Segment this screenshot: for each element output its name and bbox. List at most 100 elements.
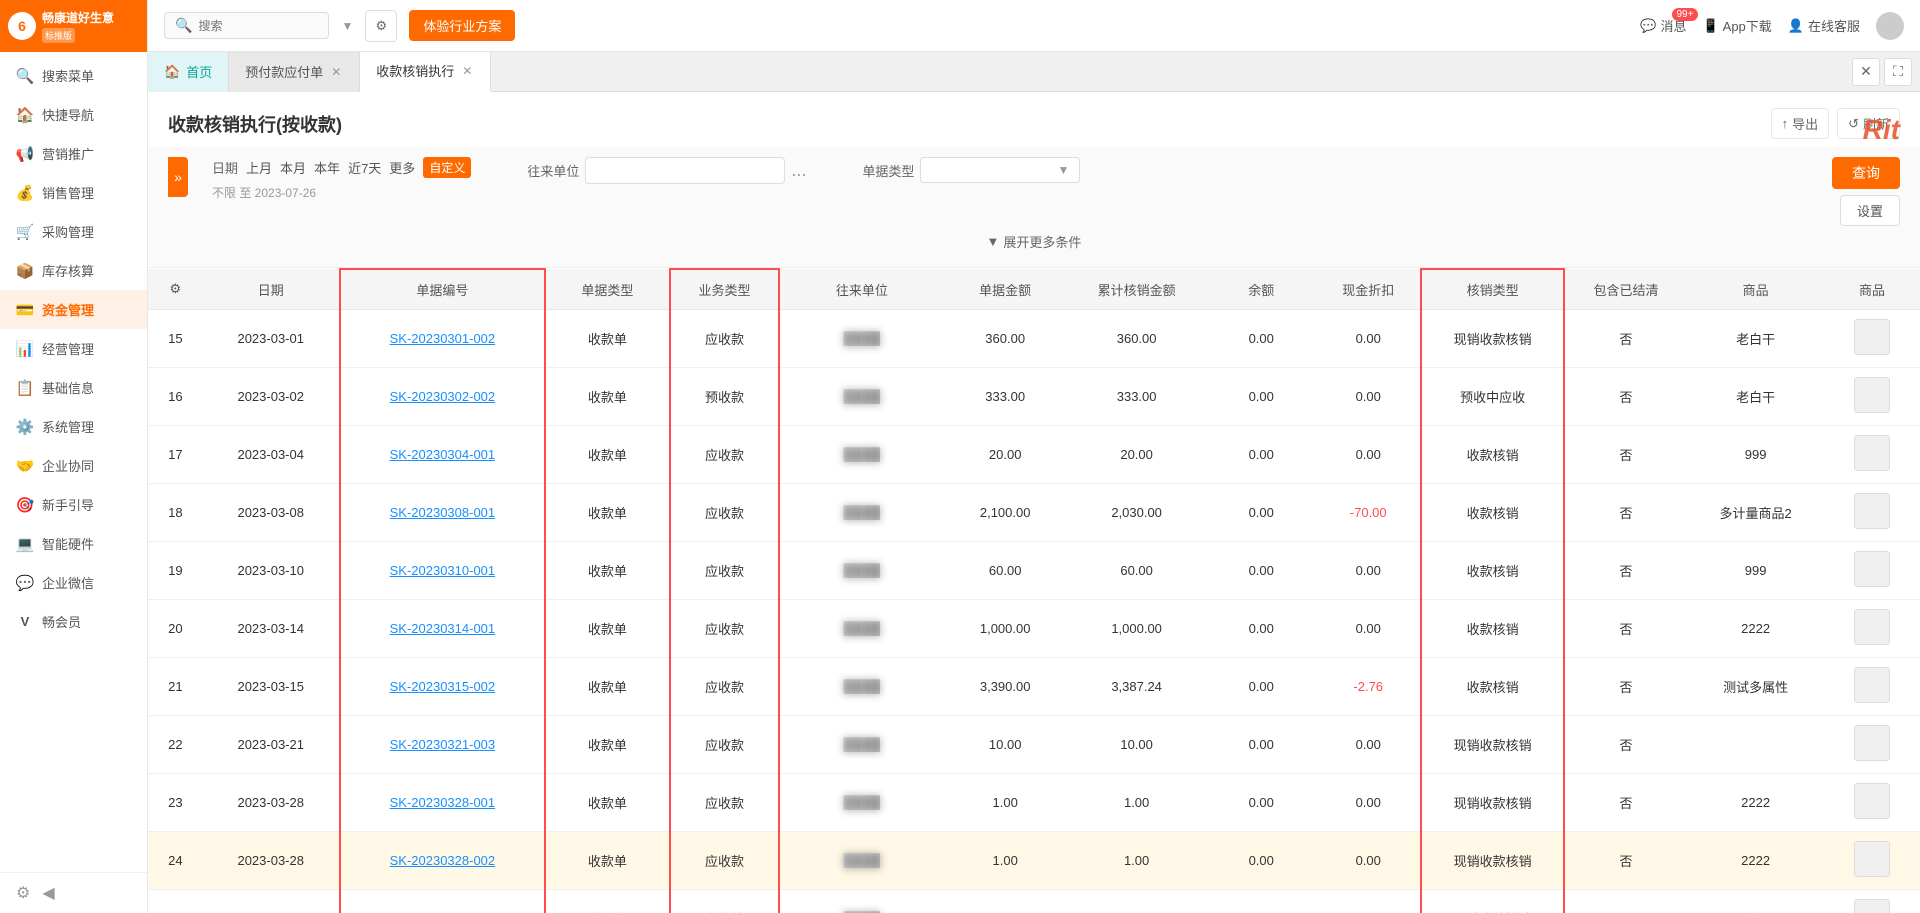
cell-cancel-type: 收款核销 xyxy=(1421,542,1563,600)
sidebar-item-purchase[interactable]: 🛒 采购管理 xyxy=(0,212,147,251)
filter-date-this-year[interactable]: 本年 xyxy=(314,158,340,177)
sidebar-item-hardware[interactable]: 💻 智能硬件 xyxy=(0,524,147,563)
settings-icon[interactable]: ⚙ xyxy=(16,883,30,903)
cell-cancel-amount: 10.00 xyxy=(1067,716,1207,774)
tab-expand-button[interactable]: ⛶ xyxy=(1884,58,1912,86)
sidebar-item-guide[interactable]: 🎯 新手引导 xyxy=(0,485,147,524)
table-row: 18 2023-03-08 SK-20230308-001 收款单 应收款 ██… xyxy=(148,484,1920,542)
filter-expand-arrow[interactable]: » xyxy=(168,157,188,197)
sidebar-item-marketing[interactable]: 📢 营销推广 xyxy=(0,134,147,173)
cell-balance: 0.00 xyxy=(1206,774,1316,832)
cell-goods: 老白干 xyxy=(1687,368,1824,426)
online-service-button[interactable]: 👤 在线客服 xyxy=(1788,16,1860,35)
filter-partner-input[interactable] xyxy=(585,157,785,184)
sidebar-item-weixin[interactable]: 💬 企业微信 xyxy=(0,563,147,602)
export-button[interactable]: ↑ 导出 xyxy=(1771,108,1830,139)
cell-amount: 1.00 xyxy=(944,774,1067,832)
app-download-button[interactable]: 📱 App下载 xyxy=(1702,16,1771,35)
th-included: 包含已结清 xyxy=(1564,269,1687,310)
user-avatar[interactable] xyxy=(1876,12,1904,40)
goods-image xyxy=(1854,493,1890,529)
table-row: 25 2023-03-31 SK-20230331-002 红字收款单 应收款 … xyxy=(148,890,1920,913)
tab-close-cancel[interactable]: ✕ xyxy=(460,62,474,80)
sidebar-item-system[interactable]: ⚙️ 系统管理 xyxy=(0,407,147,446)
filter-custom-button[interactable]: 自定义 xyxy=(423,157,471,178)
filter-date-7days[interactable]: 近7天 xyxy=(348,158,381,177)
sidebar-item-enterprise[interactable]: 🤝 企业协同 xyxy=(0,446,147,485)
table-row: 17 2023-03-04 SK-20230304-001 收款单 应收款 ██… xyxy=(148,426,1920,484)
filter-partner-dots[interactable]: ... xyxy=(791,160,806,181)
sidebar-item-label: 经营管理 xyxy=(42,339,94,358)
sidebar-item-basicinfo[interactable]: 📋 基础信息 xyxy=(0,368,147,407)
cell-partner: ████ xyxy=(779,890,943,913)
filter-date-col: 日期 上月 本月 本年 近7天 更多 自定义 不限 至 2023-07-26 xyxy=(212,157,471,201)
filter-partner-col: 往来单位 ... xyxy=(527,157,806,184)
doc-no-link[interactable]: SK-20230328-001 xyxy=(390,795,496,810)
solution-button[interactable]: 体验行业方案 xyxy=(409,10,515,41)
doc-no-link[interactable]: SK-20230302-002 xyxy=(390,389,496,404)
doc-no-link[interactable]: SK-20230328-002 xyxy=(390,853,496,868)
doc-no-link[interactable]: SK-20230310-001 xyxy=(390,563,496,578)
cell-biz-type: 应收款 xyxy=(670,426,780,484)
tab-close-all-button[interactable]: ✕ xyxy=(1852,58,1880,86)
sidebar-item-label: 畅会员 xyxy=(42,612,81,631)
tab-prepay[interactable]: 预付款应付单 ✕ xyxy=(229,52,360,92)
sidebar-item-search[interactable]: 🔍 搜索菜单 xyxy=(0,56,147,95)
cell-goods-img xyxy=(1824,716,1920,774)
tab-close-prepay[interactable]: ✕ xyxy=(329,63,343,81)
sidebar-item-label: 新手引导 xyxy=(42,495,94,514)
cell-amount: 1.00 xyxy=(944,832,1067,890)
message-button[interactable]: 💬 消息 99+ xyxy=(1640,16,1686,35)
search-input[interactable] xyxy=(198,19,318,33)
sidebar-item-inventory[interactable]: 📦 库存核算 xyxy=(0,251,147,290)
search-chevron-icon[interactable]: ▼ xyxy=(341,19,353,33)
doc-no-link[interactable]: SK-20230304-001 xyxy=(390,447,496,462)
filter-settings-button[interactable]: 设置 xyxy=(1840,195,1900,226)
cell-biz-type: 应收款 xyxy=(670,774,780,832)
th-settings[interactable]: ⚙ xyxy=(148,269,203,310)
gear-button[interactable]: ⚙ xyxy=(365,10,397,42)
sidebar-item-label: 智能硬件 xyxy=(42,534,94,553)
cell-cancel-type: 收款核销 xyxy=(1421,484,1563,542)
filter-doctype-chevron: ▼ xyxy=(1057,163,1069,177)
query-button[interactable]: 查询 xyxy=(1832,157,1900,189)
cell-goods: 2222 xyxy=(1687,832,1824,890)
doc-no-link[interactable]: SK-20230321-003 xyxy=(390,737,496,752)
cell-date: 2023-03-04 xyxy=(203,426,340,484)
cell-goods: 2222 xyxy=(1687,600,1824,658)
sidebar-item-member[interactable]: V 畅会员 xyxy=(0,602,147,641)
doc-no-link[interactable]: SK-20230301-002 xyxy=(390,331,496,346)
sidebar-item-quicknav[interactable]: 🏠 快捷导航 xyxy=(0,95,147,134)
doc-no-link[interactable]: SK-20230314-001 xyxy=(390,621,496,636)
cell-cancel-type: 收款核销 xyxy=(1421,658,1563,716)
doc-no-link[interactable]: SK-20230308-001 xyxy=(390,505,496,520)
filter-date-more[interactable]: 更多 xyxy=(389,158,415,177)
cell-doc-no: SK-20230331-002 xyxy=(340,890,545,913)
cell-doc-no: SK-20230304-001 xyxy=(340,426,545,484)
cell-doc-type: 收款单 xyxy=(545,542,670,600)
filter-doctype-select[interactable]: ▼ xyxy=(920,157,1080,183)
cell-partner: ████ xyxy=(779,600,943,658)
tab-home[interactable]: 🏠 首页 xyxy=(148,52,229,92)
cell-cancel-amount: 1.00 xyxy=(1067,832,1207,890)
sidebar-item-finance[interactable]: 💳 资金管理 xyxy=(0,290,147,329)
sidebar-item-sales[interactable]: 💰 销售管理 xyxy=(0,173,147,212)
th-amount: 单据金额 xyxy=(944,269,1067,310)
rit-logo: Rit xyxy=(1863,114,1900,146)
cell-cancel-type: 现销收款核销 xyxy=(1421,832,1563,890)
cell-discount: 0.00 xyxy=(1316,368,1421,426)
cell-partner: ████ xyxy=(779,368,943,426)
filter-date-last-month[interactable]: 上月 xyxy=(246,158,272,177)
search-box[interactable]: 🔍 xyxy=(164,12,329,39)
cell-partner: ████ xyxy=(779,716,943,774)
expand-conditions-button[interactable]: ▼ 展开更多条件 xyxy=(168,226,1900,257)
collapse-icon[interactable]: ◀ xyxy=(42,883,54,903)
sidebar-item-operations[interactable]: 📊 经营管理 xyxy=(0,329,147,368)
tab-cancel[interactable]: 收款核销执行 ✕ xyxy=(360,52,491,92)
cell-num: 20 xyxy=(148,600,203,658)
th-doc-no: 单据编号 xyxy=(340,269,545,310)
filter-doctype-label: 单据类型 xyxy=(862,161,914,180)
doc-no-link[interactable]: SK-20230315-002 xyxy=(390,679,496,694)
filter-date-this-month[interactable]: 本月 xyxy=(280,158,306,177)
tab-label: 收款核销执行 xyxy=(376,61,454,80)
